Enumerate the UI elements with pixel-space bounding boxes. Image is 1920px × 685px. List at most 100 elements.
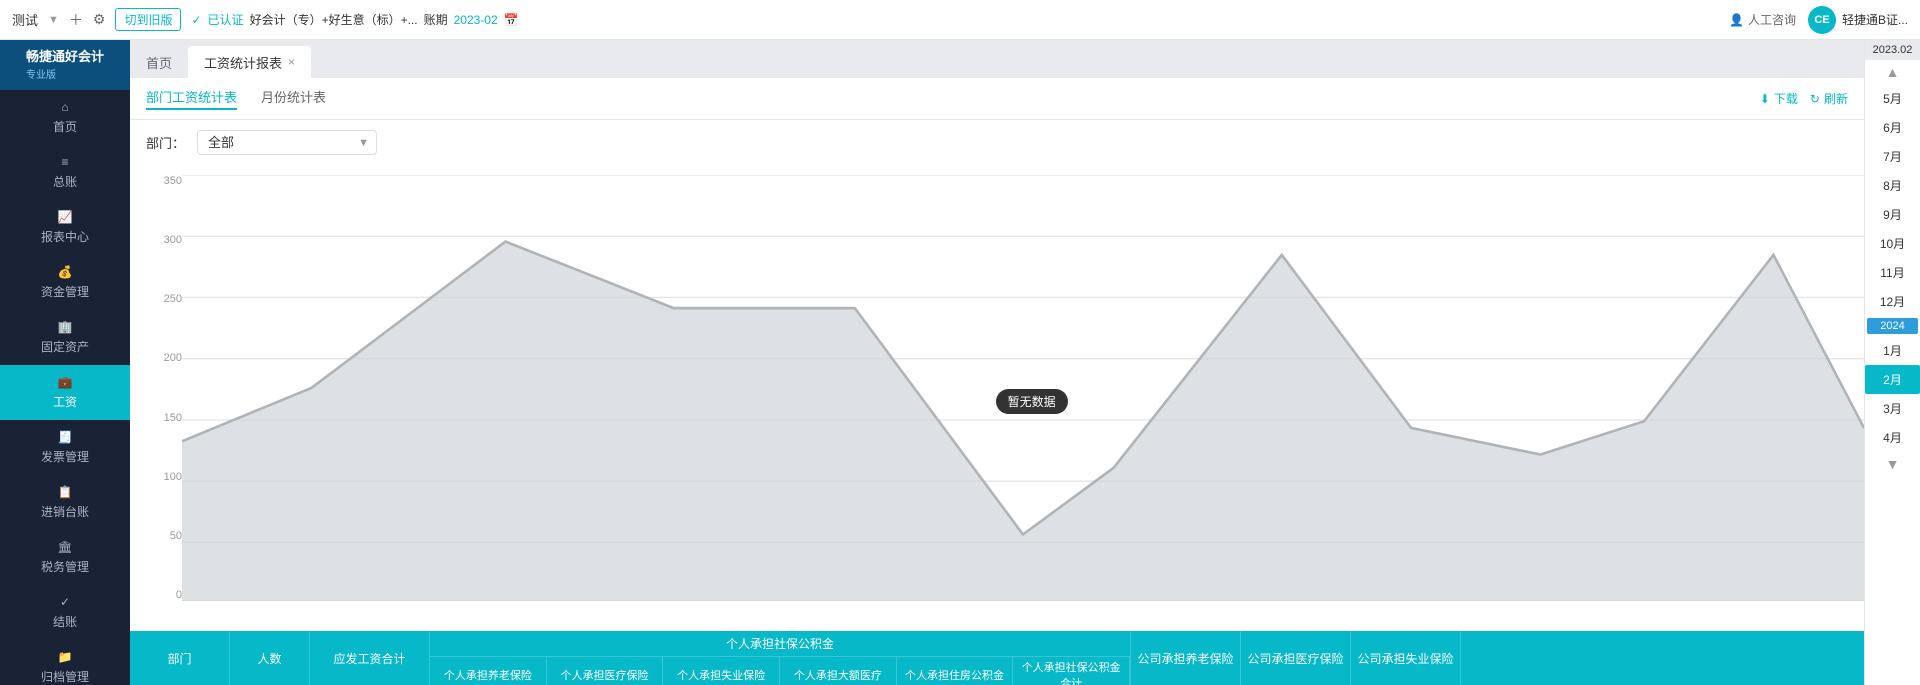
sub-tabs: 部门工资统计表 月份统计表 ⬇ 下载 ↻ 刷新 (130, 78, 1864, 120)
th-personal-pension: 个人承担养老保险 (430, 657, 547, 685)
tab-close-btn[interactable]: × (288, 55, 295, 69)
home-icon: ⌂ (61, 100, 68, 114)
ledger-icon: ≡ (61, 155, 68, 169)
ai-label: 人工咨询 (1748, 11, 1796, 28)
th-personal-big-medical: 个人承担大额医疗 (780, 657, 897, 685)
sidebar-label-assets: 固定资产 (41, 338, 89, 355)
sub-tab-monthly[interactable]: 月份统计表 (261, 87, 326, 110)
y-label-250: 250 (164, 293, 182, 305)
refresh-btn[interactable]: ↻ 刷新 (1810, 90, 1848, 107)
settings-icon[interactable]: ⚙ (93, 11, 106, 28)
sub-tab-dept-label: 部门工资统计表 (146, 90, 237, 105)
sub-tab-dept[interactable]: 部门工资统计表 (146, 87, 237, 110)
y-label-300: 300 (164, 234, 182, 246)
y-label-150: 150 (164, 412, 182, 424)
th-group-personal: 个人承担社保公积金 个人承担养老保险 个人承担医疗保险 个人承担失业保险 个人承… (430, 631, 1131, 685)
dept-select[interactable]: 全部 研发部 销售部 财务部 行政部 (197, 130, 377, 155)
month-1[interactable]: 1月 (1865, 336, 1920, 365)
tax-icon: 🏛 (57, 540, 72, 554)
month-4[interactable]: 4月 (1865, 423, 1920, 452)
month-5[interactable]: 5月 (1865, 84, 1920, 113)
th-count: 人数 (230, 631, 310, 685)
y-label-100: 100 (164, 471, 182, 483)
prev-year-nav[interactable]: ▲ (1865, 60, 1920, 84)
month-3[interactable]: 3月 (1865, 394, 1920, 423)
tab-home-label: 首页 (146, 53, 172, 72)
th-group-personal-cells: 个人承担养老保险 个人承担医疗保险 个人承担失业保险 个人承担大额医疗 个人承担… (430, 657, 1130, 685)
y-label-350: 350 (164, 175, 182, 187)
sidebar-item-sales[interactable]: 📋 进销台账 (0, 475, 130, 530)
status-bar: ✓ 已认证 好会计（专）+好生意（标）+... 账期 2023-02 📅 (191, 11, 518, 28)
tab-bar: 首页 工资统计报表 × (130, 40, 1864, 78)
sidebar-item-assets[interactable]: 🏢 固定资产 (0, 310, 130, 365)
th-personal-total: 个人承担社保公积金合计 (1013, 657, 1130, 685)
month-7[interactable]: 7月 (1865, 142, 1920, 171)
sidebar-item-ledger[interactable]: ≡ 总账 (0, 145, 130, 200)
sidebar-label-invoice: 发票管理 (41, 448, 89, 465)
switch-old-btn[interactable]: 切到旧版 (115, 8, 181, 31)
period-label: 账期 (424, 11, 448, 28)
th-salary: 应发工资合计 (310, 631, 430, 685)
sidebar-label-archive: 归档管理 (41, 668, 89, 685)
sidebar-item-home[interactable]: ⌂ 首页 (0, 90, 130, 145)
top-bar-title: 测试 (12, 10, 38, 29)
user-area[interactable]: CE 轻捷通B证... (1808, 6, 1908, 34)
th-dept: 部门 (130, 631, 230, 685)
chevron-down-icon[interactable]: ▼ (48, 14, 59, 26)
certified-icon: ✓ (191, 13, 201, 27)
sidebar-label-tax: 税务管理 (41, 558, 89, 575)
chart-tooltip: 暂无数据 (996, 389, 1068, 414)
sidebar-item-archive[interactable]: 📁 归档管理 (0, 640, 130, 685)
month-9[interactable]: 9月 (1865, 200, 1920, 229)
assets-icon: 🏢 (58, 320, 73, 334)
logo-text: 畅捷通好会计 (26, 49, 104, 66)
refresh-icon: ↻ (1810, 92, 1820, 106)
sidebar-item-checkout[interactable]: ✓ 结账 (0, 585, 130, 640)
sidebar-label-checkout: 结账 (53, 613, 77, 630)
top-bar: 测试 ▼ ＋ ⚙ 切到旧版 ✓ 已认证 好会计（专）+好生意（标）+... 账期… (0, 0, 1920, 40)
next-year-nav[interactable]: ▼ (1865, 452, 1920, 476)
month-8[interactable]: 8月 (1865, 171, 1920, 200)
refresh-label: 刷新 (1824, 90, 1848, 107)
calendar-icon[interactable]: 📅 (504, 13, 519, 27)
sidebar-label-ledger: 总账 (53, 173, 77, 190)
sidebar-item-salary[interactable]: 💼 工资 (0, 365, 130, 420)
month-2[interactable]: 2月 (1865, 365, 1920, 394)
sidebar-item-invoice[interactable]: 🧾 发票管理 (0, 420, 130, 475)
month-10[interactable]: 10月 (1865, 229, 1920, 258)
filter-label: 部门： (146, 133, 185, 152)
chart-area: 350 300 250 200 150 100 50 0 (130, 165, 1864, 631)
month-12[interactable]: 12月 (1865, 287, 1920, 316)
sales-icon: 📋 (58, 485, 73, 499)
th-company-unemploy: 公司承担失业保险 (1351, 631, 1461, 685)
sidebar-label-funds: 资金管理 (41, 283, 89, 300)
reports-icon: 📈 (58, 210, 73, 224)
th-company-pension: 公司承担养老保险 (1131, 631, 1241, 685)
sidebar: 畅捷通好会计 专业版 ⌂ 首页 ≡ 总账 📈 报表中心 💰 资金管理 🏢 (0, 40, 130, 685)
table-header: 部门 人数 应发工资合计 个人承担社保公积金 个人承担养老保险 (130, 631, 1864, 685)
download-label: 下载 (1774, 90, 1798, 107)
sub-tab-monthly-label: 月份统计表 (261, 90, 326, 105)
add-icon[interactable]: ＋ (69, 10, 83, 30)
logo-sub: 专业版 (26, 66, 104, 81)
sidebar-item-tax[interactable]: 🏛 税务管理 (0, 530, 130, 585)
sidebar-item-reports[interactable]: 📈 报表中心 (0, 200, 130, 255)
th-group-personal-label: 个人承担社保公积金 (430, 631, 1130, 657)
tab-salary-report[interactable]: 工资统计报表 × (188, 46, 311, 78)
ai-consult-btn[interactable]: 👤 人工咨询 (1729, 11, 1796, 28)
sub-tab-actions: ⬇ 下载 ↻ 刷新 (1760, 90, 1848, 107)
sidebar-label-salary: 工资 (53, 393, 77, 410)
top-bar-right: 👤 人工咨询 CE 轻捷通B证... (1729, 6, 1908, 34)
invoice-icon: 🧾 (58, 430, 73, 444)
right-panel: 2023.02 ▲ 5月 6月 7月 8月 9月 10月 11月 12月 202… (1864, 40, 1920, 685)
page-content: 部门工资统计表 月份统计表 ⬇ 下载 ↻ 刷新 (130, 78, 1864, 685)
download-btn[interactable]: ⬇ 下载 (1760, 90, 1798, 107)
month-6[interactable]: 6月 (1865, 113, 1920, 142)
user-name: 轻捷通B证... (1842, 11, 1908, 28)
month-11[interactable]: 11月 (1865, 258, 1920, 287)
tab-home[interactable]: 首页 (130, 46, 188, 78)
dept-select-wrapper: 全部 研发部 销售部 财务部 行政部 ▼ (197, 130, 377, 155)
sidebar-item-funds[interactable]: 💰 资金管理 (0, 255, 130, 310)
th-personal-medical: 个人承担医疗保险 (547, 657, 664, 685)
tab-salary-report-label: 工资统计报表 (204, 53, 282, 72)
